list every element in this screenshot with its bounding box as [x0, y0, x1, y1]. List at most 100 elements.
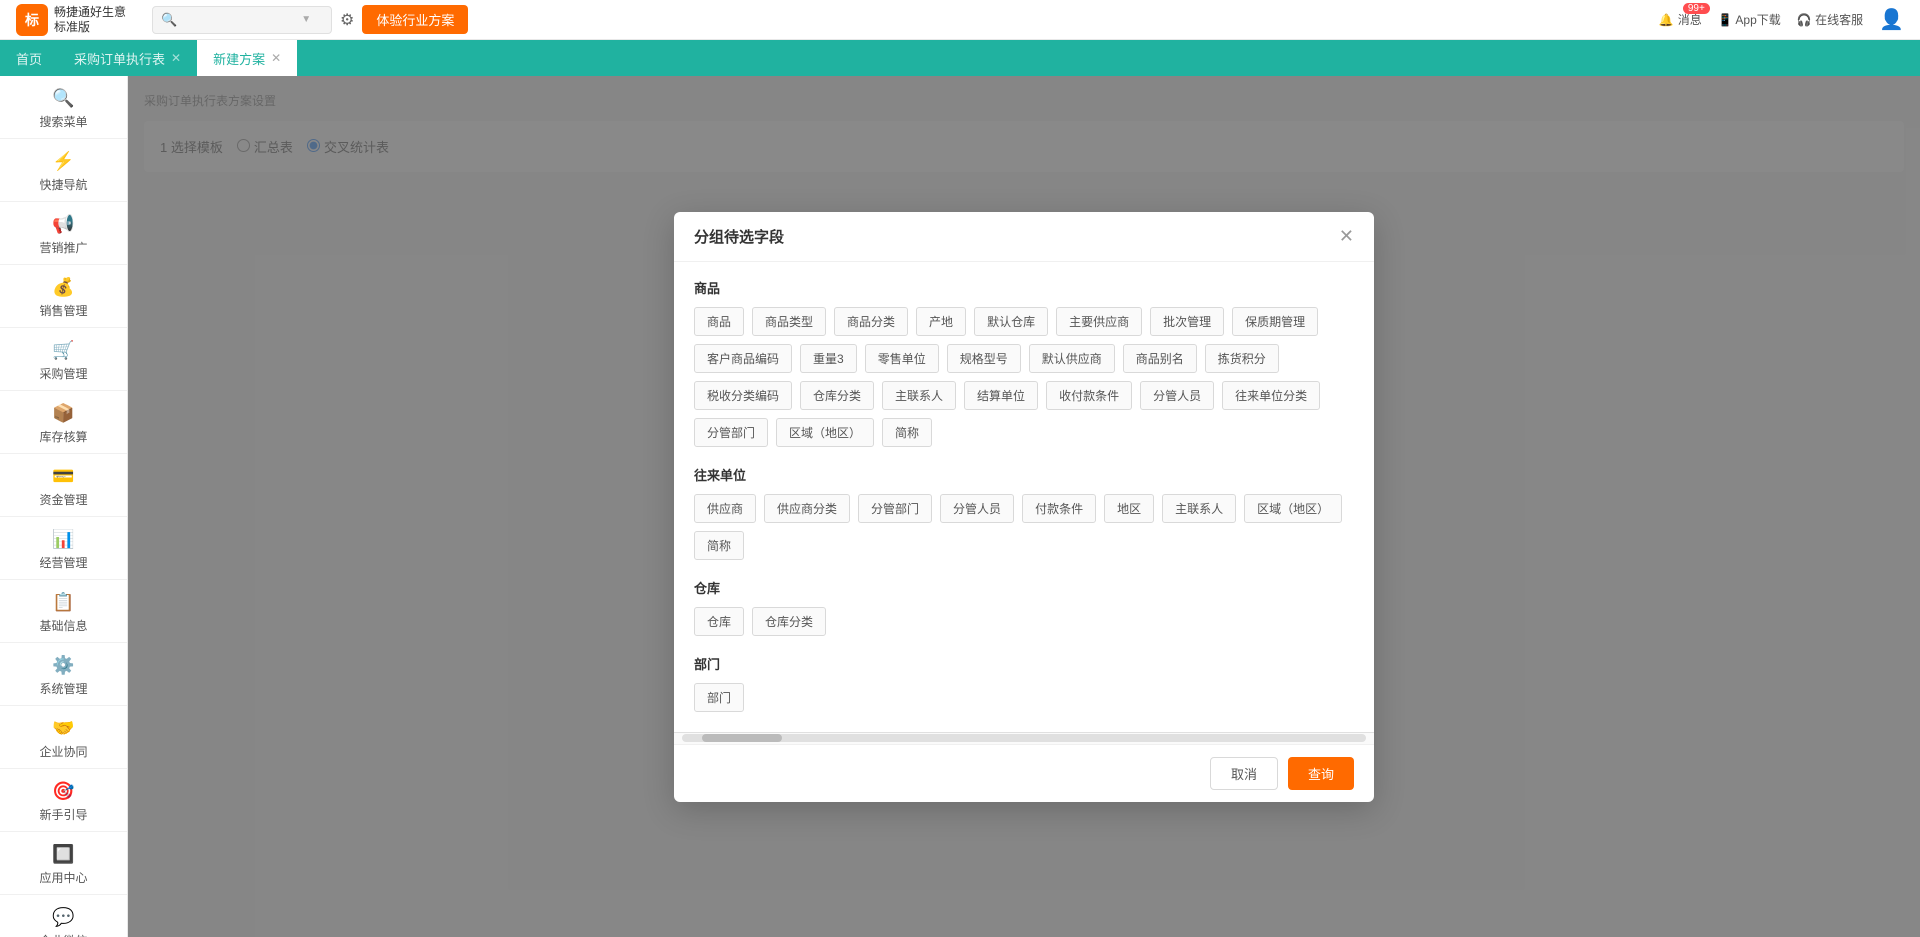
field-tag-supplier[interactable]: 供应商 [694, 494, 756, 523]
guide-icon: 🎯 [52, 781, 74, 802]
modal-title: 分组待选字段 [694, 226, 784, 247]
quicknav-icon: ⚡ [52, 151, 74, 172]
app-label: App下载 [1735, 13, 1780, 27]
sidebar-label-guide: 新手引导 [39, 806, 87, 823]
search-menu-icon: 🔍 [52, 88, 74, 109]
field-tag-product-alias[interactable]: 商品别名 [1123, 344, 1197, 373]
sidebar-item-purchase[interactable]: 🛒 采购管理 [0, 328, 127, 391]
field-tag-batch-mgmt[interactable]: 批次管理 [1150, 307, 1224, 336]
sidebar-item-quicknav[interactable]: ⚡ 快捷导航 [0, 139, 127, 202]
sidebar-label-marketing: 营销推广 [39, 239, 87, 256]
section-partner-fields: 供应商 供应商分类 分管部门 分管人员 付款条件 地区 主联系人 区域（地区） … [694, 494, 1354, 560]
modal-hscrollbar[interactable] [674, 732, 1374, 743]
sidebar-item-sales[interactable]: 💰 销售管理 [0, 265, 127, 328]
sidebar-item-system[interactable]: ⚙️ 系统管理 [0, 643, 127, 706]
field-tag-pick-points[interactable]: 拣货积分 [1205, 344, 1279, 373]
section-product-fields: 商品 商品类型 商品分类 产地 默认仓库 主要供应商 批次管理 保质期管理 客户… [694, 307, 1354, 447]
field-tag-supplier-category[interactable]: 供应商分类 [764, 494, 850, 523]
field-tag-partner-short-name[interactable]: 简称 [694, 531, 744, 560]
field-tag-region[interactable]: 区域（地区） [776, 418, 874, 447]
field-tag-payment-condition[interactable]: 收付款条件 [1046, 381, 1132, 410]
field-tag-default-warehouse[interactable]: 默认仓库 [974, 307, 1048, 336]
logo-area: 标 畅捷通好生意标准版 [16, 4, 144, 36]
field-tag-tax-code[interactable]: 税收分类编码 [694, 381, 792, 410]
section-department-fields: 部门 [694, 683, 1354, 712]
field-tag-warehouse-cat[interactable]: 仓库分类 [752, 607, 826, 636]
section-warehouse-title: 仓库 [694, 578, 1354, 597]
field-tag-product-type[interactable]: 商品类型 [752, 307, 826, 336]
page-close-button[interactable]: ✕ [1884, 0, 1920, 36]
tab-home-label: 首页 [16, 49, 42, 68]
field-tag-supervise-dept[interactable]: 分管部门 [694, 418, 768, 447]
modal-footer: 取消 查询 [674, 744, 1374, 802]
sidebar-label-inventory: 库存核算 [39, 428, 87, 445]
logo-icon: 标 [16, 4, 48, 36]
field-tag-weight3[interactable]: 重量3 [800, 344, 857, 373]
sidebar-item-guide[interactable]: 🎯 新手引导 [0, 769, 127, 832]
section-partner: 往来单位 供应商 供应商分类 分管部门 分管人员 付款条件 地区 主联系人 区域… [694, 465, 1354, 560]
field-tag-warehouse-category[interactable]: 仓库分类 [800, 381, 874, 410]
search-dropdown-icon[interactable]: ▼ [301, 14, 311, 25]
settings-icon[interactable]: ⚙ [340, 10, 354, 30]
field-tag-main-contact[interactable]: 主联系人 [882, 381, 956, 410]
field-tag-product-category[interactable]: 商品分类 [834, 307, 908, 336]
tab-purchase-order-close[interactable]: ✕ [171, 51, 181, 65]
section-partner-title: 往来单位 [694, 465, 1354, 484]
tab-new-plan-close[interactable]: ✕ [271, 51, 281, 65]
confirm-button[interactable]: 查询 [1288, 757, 1354, 790]
sidebar-item-inventory[interactable]: 📦 库存核算 [0, 391, 127, 454]
appcenter-icon: 🔲 [52, 844, 74, 865]
field-tag-partner-dept[interactable]: 分管部门 [858, 494, 932, 523]
field-tag-customer-product-code[interactable]: 客户商品编码 [694, 344, 792, 373]
sidebar-item-basic[interactable]: 📋 基础信息 [0, 580, 127, 643]
search-icon: 🔍 [161, 12, 177, 28]
layout: 🔍 搜索菜单 ⚡ 快捷导航 📢 营销推广 💰 销售管理 🛒 采购管理 📦 库存核… [0, 76, 1920, 937]
field-tag-area[interactable]: 地区 [1104, 494, 1154, 523]
field-tag-origin[interactable]: 产地 [916, 307, 966, 336]
field-tag-product[interactable]: 商品 [694, 307, 744, 336]
system-icon: ⚙️ [52, 655, 74, 676]
sidebar-item-search[interactable]: 🔍 搜索菜单 [0, 76, 127, 139]
sidebar-item-finance[interactable]: 💳 资金管理 [0, 454, 127, 517]
field-tag-main-supplier[interactable]: 主要供应商 [1056, 307, 1142, 336]
field-tag-partner-region[interactable]: 区域（地区） [1244, 494, 1342, 523]
field-tag-short-name[interactable]: 简称 [882, 418, 932, 447]
tab-purchase-order[interactable]: 采购订单执行表 ✕ [58, 40, 197, 76]
search-box-container: 🔍 ▼ [152, 6, 332, 34]
hscroll-thumb[interactable] [702, 734, 782, 742]
modal-close-button[interactable]: ✕ [1339, 227, 1354, 245]
app-download[interactable]: 📱 App下载 [1718, 11, 1781, 28]
sidebar-label-management: 经营管理 [39, 554, 87, 571]
field-tag-partner-supervisor[interactable]: 分管人员 [940, 494, 1014, 523]
field-tag-settlement-unit[interactable]: 结算单位 [964, 381, 1038, 410]
sidebar-item-wecom[interactable]: 💬 企业微信 [0, 895, 127, 937]
sidebar-label-appcenter: 应用中心 [39, 869, 87, 886]
online-service[interactable]: 🎧 在线客服 [1797, 11, 1863, 28]
field-selection-modal: 分组待选字段 ✕ 商品 商品 商品类型 商品分类 产地 默认仓库 [674, 212, 1374, 802]
tab-new-plan[interactable]: 新建方案 ✕ [197, 40, 297, 76]
logo-text: 畅捷通好生意标准版 [54, 5, 126, 34]
management-icon: 📊 [52, 529, 74, 550]
field-tag-warehouse[interactable]: 仓库 [694, 607, 744, 636]
field-tag-partner-main-contact[interactable]: 主联系人 [1162, 494, 1236, 523]
sidebar-item-marketing[interactable]: 📢 营销推广 [0, 202, 127, 265]
field-tag-department[interactable]: 部门 [694, 683, 744, 712]
sidebar-item-appcenter[interactable]: 🔲 应用中心 [0, 832, 127, 895]
field-tag-retail-unit[interactable]: 零售单位 [865, 344, 939, 373]
app-icon: 📱 [1718, 13, 1733, 27]
cancel-button[interactable]: 取消 [1210, 757, 1278, 790]
sidebar-item-management[interactable]: 📊 经营管理 [0, 517, 127, 580]
field-tag-spec-model[interactable]: 规格型号 [947, 344, 1021, 373]
field-tag-expiry-mgmt[interactable]: 保质期管理 [1232, 307, 1318, 336]
notification-area[interactable]: 🔔 消息 99+ [1659, 11, 1702, 28]
basic-info-icon: 📋 [52, 592, 74, 613]
section-product-title: 商品 [694, 278, 1354, 297]
field-tag-partner-category[interactable]: 往来单位分类 [1222, 381, 1320, 410]
sidebar-item-collab[interactable]: 🤝 企业协同 [0, 706, 127, 769]
tab-home[interactable]: 首页 [0, 40, 58, 76]
field-tag-pay-condition[interactable]: 付款条件 [1022, 494, 1096, 523]
field-tag-supervisor[interactable]: 分管人员 [1140, 381, 1214, 410]
field-tag-default-supplier[interactable]: 默认供应商 [1029, 344, 1115, 373]
search-input[interactable] [181, 13, 301, 27]
trial-button[interactable]: 体验行业方案 [362, 5, 468, 34]
